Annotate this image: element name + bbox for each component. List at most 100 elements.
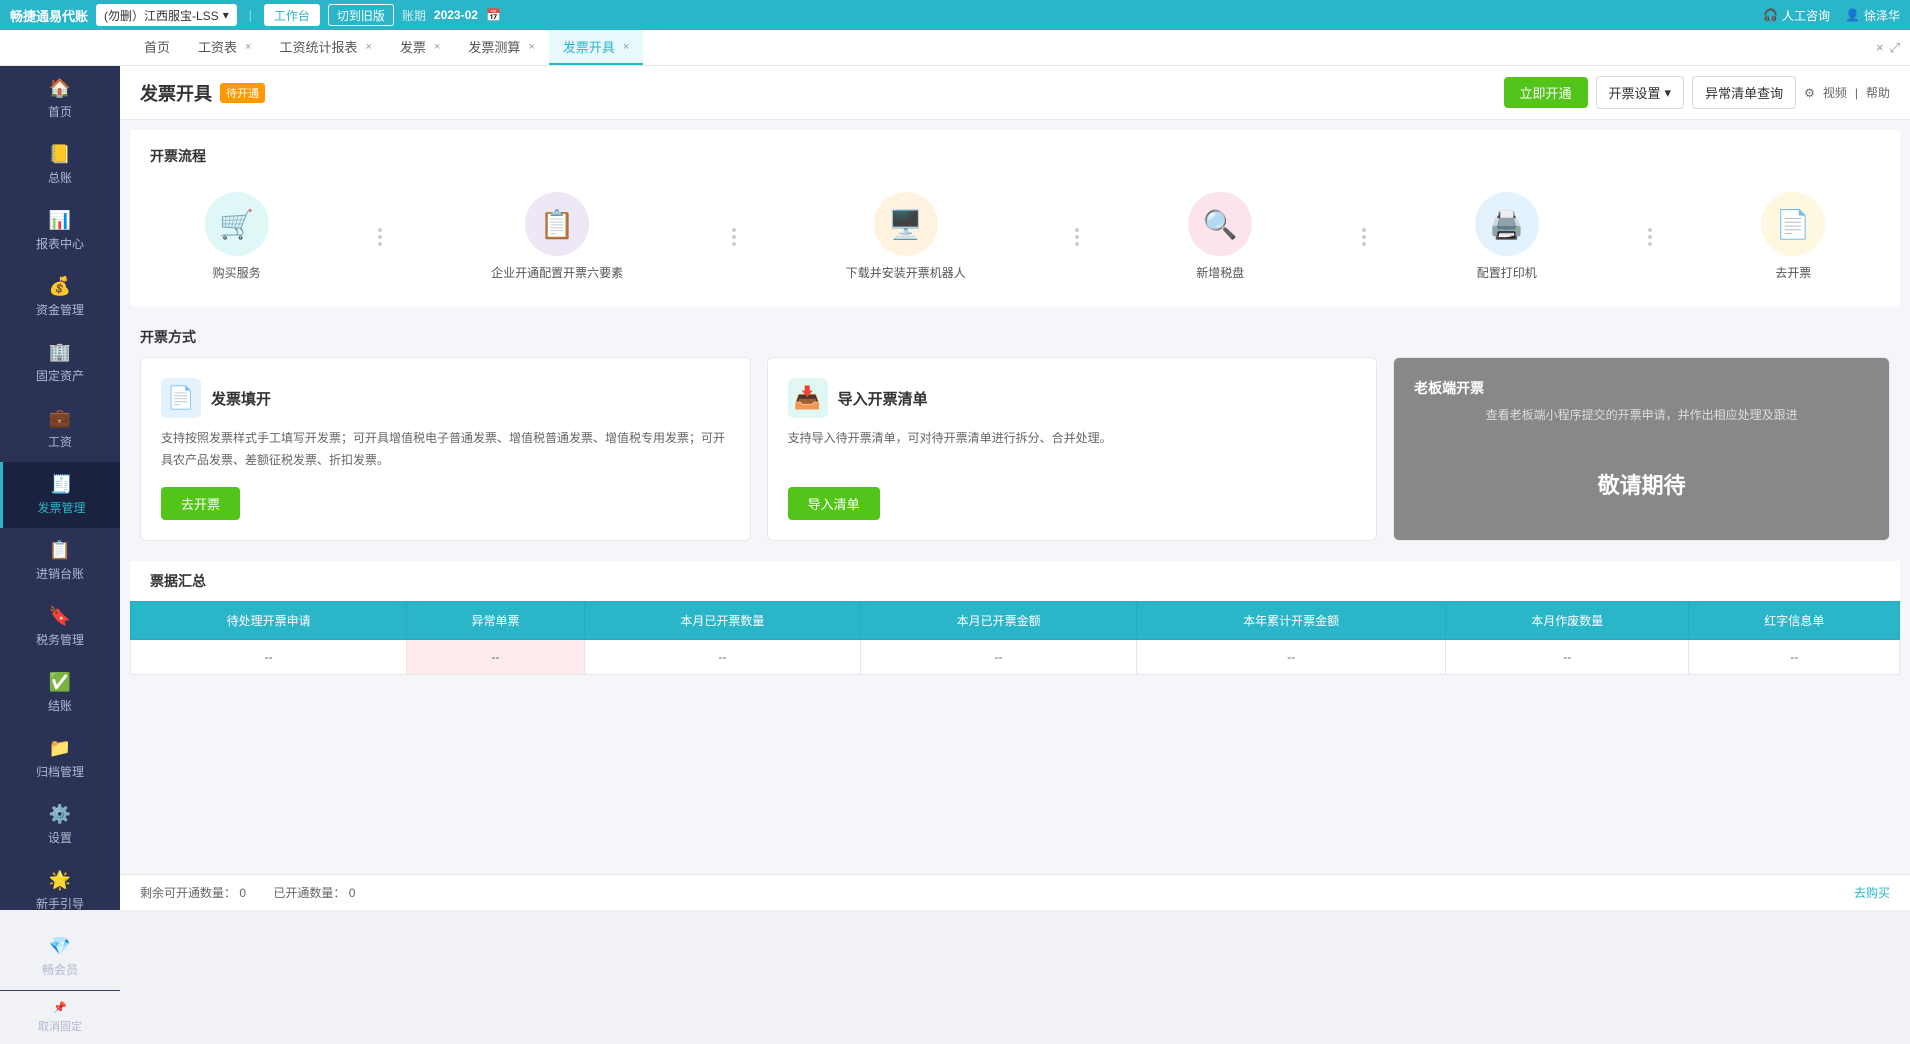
sidebar-item-member-label: 畅会员 (42, 961, 78, 978)
main-layout: 🏠 首页 📒 总账 📊 报表中心 💰 资金管理 🏢 固定资产 💼 工资 🧾 发票… (0, 66, 1910, 910)
sidebar-item-closing-label: 结账 (48, 697, 72, 714)
user-name: 徐泽华 (1864, 7, 1900, 24)
buy-link[interactable]: 去购买 (1854, 884, 1890, 901)
ledger-icon: 📒 (49, 144, 71, 165)
sidebar-item-reports-label: 报表中心 (36, 235, 84, 252)
top-bar-left: 畅捷通易代账 (勿删）江西服宝-LSS ▾ | 工作台 切到旧版 账期 2023… (10, 4, 501, 26)
method-card-manual-title: 发票填开 (211, 388, 271, 409)
salary-icon: 💼 (49, 408, 71, 429)
sidebar-item-funds-label: 资金管理 (36, 301, 84, 318)
close-tab-invoice-calc-icon[interactable]: × (528, 41, 534, 53)
step6-label: 去开票 (1775, 264, 1811, 281)
sidebar-item-assets[interactable]: 🏢 固定资产 (0, 330, 120, 396)
sidebar-item-guide[interactable]: 🌟 新手引导 (0, 858, 120, 924)
switch-version-button[interactable]: 切到旧版 (328, 4, 394, 26)
sidebar-item-tax[interactable]: 🔖 税务管理 (0, 594, 120, 660)
process-step-3: 🖥️ 下载并安装开票机器人 (846, 192, 966, 281)
close-tab-salary-icon[interactable]: × (245, 41, 251, 53)
expand-tabs-icon[interactable]: ⤢ (1890, 40, 1900, 56)
sidebar: 🏠 首页 📒 总账 📊 报表中心 💰 资金管理 🏢 固定资产 💼 工资 🧾 发票… (0, 66, 120, 910)
sidebar-item-settings[interactable]: ⚙️ 设置 (0, 792, 120, 858)
sidebar-item-funds[interactable]: 💰 资金管理 (0, 264, 120, 330)
process-step-5: 🖨️ 配置打印机 (1475, 192, 1539, 281)
step6-icon: 📄 (1761, 192, 1825, 256)
divider: | (249, 8, 252, 22)
top-bar: 畅捷通易代账 (勿删）江西服宝-LSS ▾ | 工作台 切到旧版 账期 2023… (0, 0, 1910, 30)
divider-tool: | (1855, 86, 1858, 100)
process-step-4: 🔍 新增税盘 (1188, 192, 1252, 281)
top-bar-right: 🎧 人工咨询 👤 徐泽华 (1763, 7, 1900, 24)
step5-icon: 🖨️ (1475, 192, 1539, 256)
help-tool-label[interactable]: 帮助 (1866, 84, 1890, 101)
sidebar-fixed-label: 取消固定 (38, 1018, 82, 1034)
calendar-icon[interactable]: 📅 (486, 8, 501, 22)
sidebar-item-salary[interactable]: 💼 工资 (0, 396, 120, 462)
closing-icon: ✅ (49, 672, 71, 693)
home-icon: 🏠 (49, 78, 71, 99)
consultant-button[interactable]: 🎧 人工咨询 (1763, 7, 1830, 24)
assets-icon: 🏢 (49, 342, 71, 363)
tab-home[interactable]: 首页 (130, 30, 184, 65)
close-tab-salary-report-icon[interactable]: × (365, 41, 371, 53)
tab-invoice-issue[interactable]: 发票开具 × (549, 30, 643, 65)
close-tab-invoice-icon[interactable]: × (434, 41, 440, 53)
abnormal-query-button[interactable]: 异常清单查询 (1692, 76, 1796, 109)
tab-close-area: × ⤢ (1876, 30, 1910, 65)
td-red-info: -- (1689, 640, 1900, 675)
sidebar-item-archive[interactable]: 📁 归档管理 (0, 726, 120, 792)
sidebar-item-invoice-mgmt[interactable]: 🧾 发票管理 (0, 462, 120, 528)
invoice-method-container: 开票方式 📄 发票填开 支持按照发票样式手工填写开发票；可开具增值税电子普通发票… (120, 317, 1910, 551)
funds-icon: 💰 (49, 276, 71, 297)
sidebar-item-purchase-sales[interactable]: 📋 进销台账 (0, 528, 120, 594)
invoice-methods: 📄 发票填开 支持按照发票样式手工填写开发票；可开具增值税电子普通发票、增值税普… (140, 357, 1890, 541)
tax-icon: 🔖 (49, 606, 71, 627)
pin-icon: 📌 (53, 1001, 67, 1014)
sidebar-item-member[interactable]: 💎 畅会员 (0, 924, 120, 990)
tab-invoice-calc-label: 发票测算 (468, 37, 520, 56)
th-monthly-amount: 本月已开票金额 (861, 602, 1137, 640)
open-now-button[interactable]: 立即开通 (1504, 77, 1588, 108)
method-card-manual-desc: 支持按照发票样式手工填写开发票；可开具增值税电子普通发票、增值税普通发票、增值税… (161, 428, 730, 471)
step5-label: 配置打印机 (1477, 264, 1537, 281)
open-settings-button[interactable]: 开票设置 ▾ (1596, 76, 1685, 109)
tab-salary-report[interactable]: 工资统计报表 × (265, 30, 385, 65)
sidebar-item-reports[interactable]: 📊 报表中心 (0, 198, 120, 264)
tab-home-label: 首页 (144, 37, 170, 56)
import-list-button[interactable]: 导入清单 (788, 487, 880, 520)
tab-salary[interactable]: 工资表 × (184, 30, 265, 65)
step1-label: 购买服务 (213, 264, 261, 281)
sidebar-item-home[interactable]: 🏠 首页 (0, 66, 120, 132)
td-abnormal: -- (407, 640, 585, 675)
tab-invoice[interactable]: 发票 × (386, 30, 454, 65)
close-all-icon[interactable]: × (1876, 40, 1884, 55)
step3-icon: 🖥️ (874, 192, 938, 256)
method-card-import: 📥 导入开票清单 支持导入待开票清单，可对待开票清单进行拆分、合并处理。 导入清… (767, 357, 1378, 541)
remaining-value: 0 (239, 886, 246, 900)
tab-invoice-calc[interactable]: 发票测算 × (454, 30, 548, 65)
headphone-icon: 🎧 (1763, 8, 1778, 22)
tab-salary-report-label: 工资统计报表 (279, 37, 357, 56)
boss-card-title: 老板端开票 (1414, 378, 1869, 398)
workspace-button[interactable]: 工作台 (264, 4, 320, 26)
close-tab-invoice-issue-icon[interactable]: × (623, 41, 629, 53)
settings-small-icon[interactable]: ⚙ (1804, 86, 1815, 100)
company-selector[interactable]: (勿删）江西服宝-LSS ▾ (96, 4, 237, 26)
th-void-count: 本月作废数量 (1446, 602, 1689, 640)
process-flow: 🛒 购买服务 📋 企业开通配置开票六要素 🖥️ 下载并安装开票机器人 (150, 182, 1880, 291)
tab-salary-label: 工资表 (198, 37, 237, 56)
app-logo: 畅捷通易代账 (10, 6, 88, 25)
sidebar-item-tax-label: 税务管理 (36, 631, 84, 648)
sidebar-item-ledger[interactable]: 📒 总账 (0, 132, 120, 198)
sidebar-item-salary-label: 工资 (48, 433, 72, 450)
summary-section: 票据汇总 待处理开票申请 异常单票 本月已开票数量 本月已开票金额 本年累计开票… (130, 561, 1900, 675)
sidebar-item-closing[interactable]: ✅ 结账 (0, 660, 120, 726)
method-card-import-icon: 📥 (788, 378, 828, 418)
go-invoice-button[interactable]: 去开票 (161, 487, 240, 520)
sidebar-item-invoice-mgmt-label: 发票管理 (37, 499, 85, 516)
sidebar-unpin[interactable]: 📌 取消固定 (0, 990, 120, 1044)
method-card-import-title: 导入开票清单 (838, 388, 928, 409)
video-tool-label[interactable]: 视频 (1823, 84, 1847, 101)
td-void-count: -- (1446, 640, 1689, 675)
page-tools: ⚙ 视频 | 帮助 (1804, 84, 1890, 101)
tab-invoice-label: 发票 (400, 37, 426, 56)
